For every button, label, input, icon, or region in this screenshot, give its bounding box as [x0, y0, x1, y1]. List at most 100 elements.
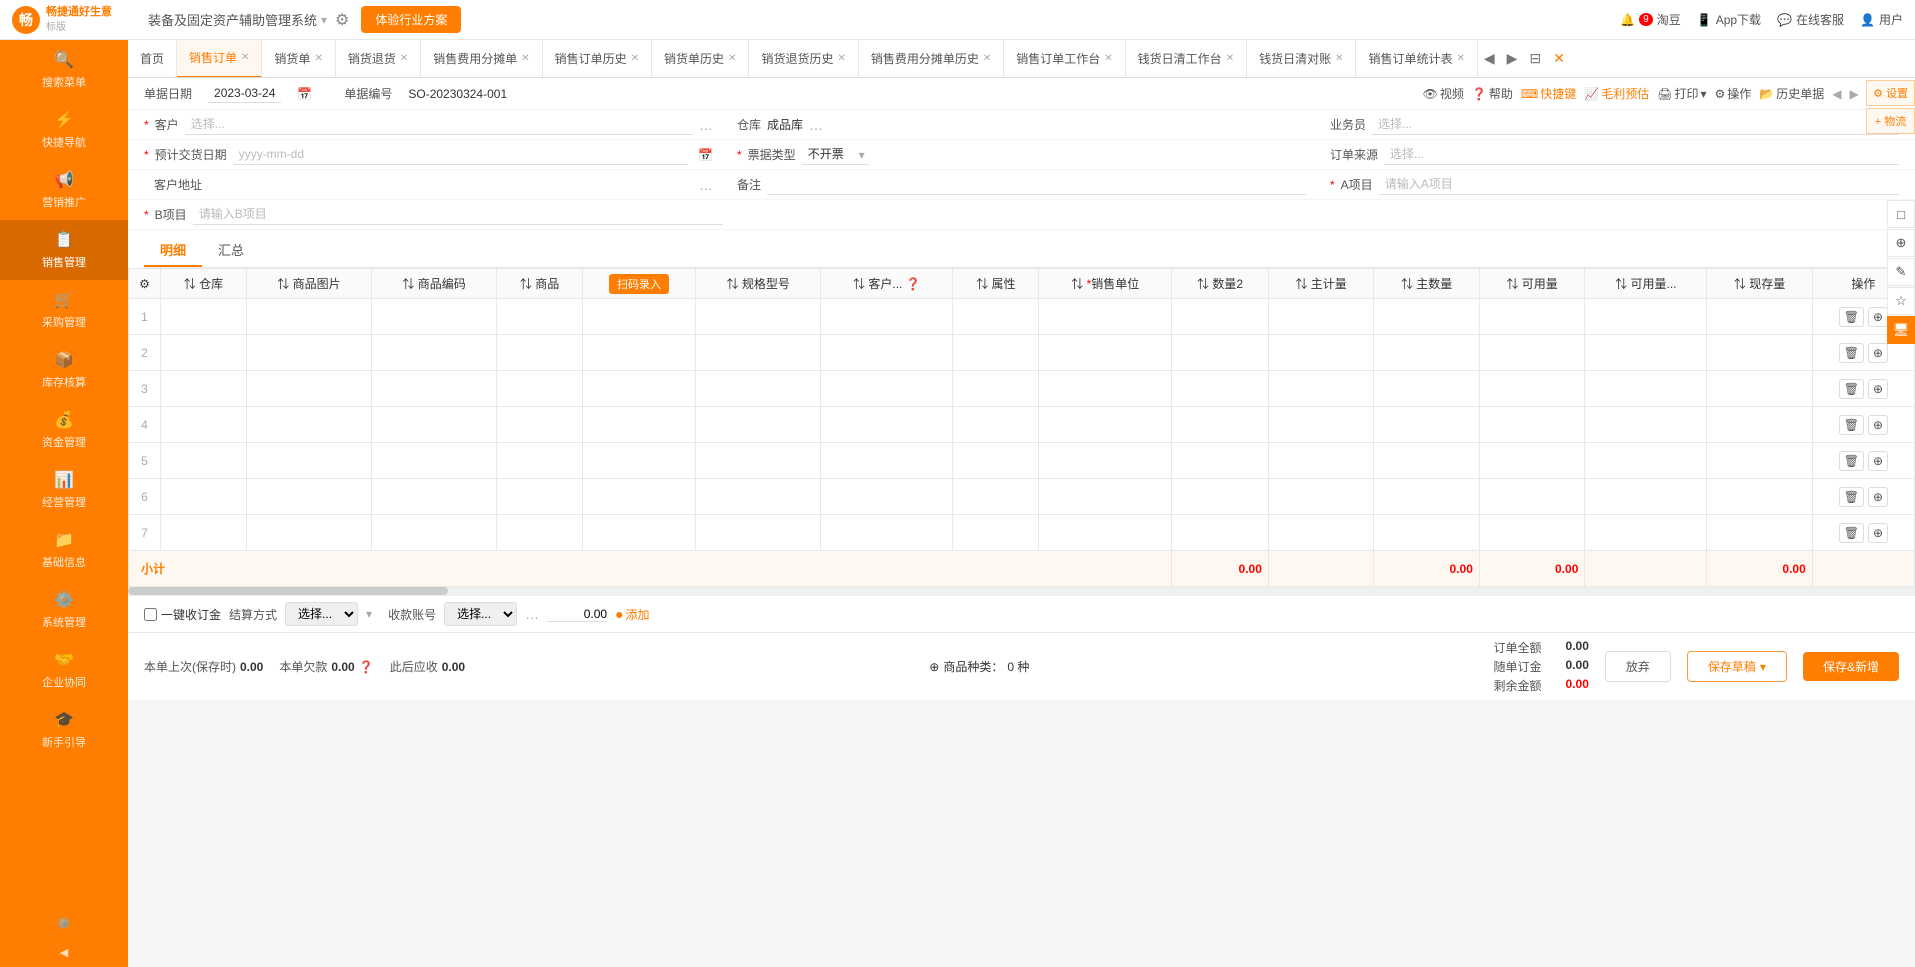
sidebar-item-system[interactable]: ⚙️ 系统管理 — [0, 580, 128, 640]
account-select[interactable]: 选择... — [444, 602, 517, 626]
row-main-unit-7[interactable] — [1268, 515, 1374, 551]
row-qty2-4[interactable] — [1172, 407, 1269, 443]
row-qty2-1[interactable] — [1172, 299, 1269, 335]
sidebar-item-marketing[interactable]: 📢 营销推广 — [0, 160, 128, 220]
trial-btn[interactable]: 体验行业方案 — [361, 6, 461, 33]
right-float-btn-2[interactable]: ⊕ — [1887, 229, 1915, 257]
gear-icon[interactable]: ⚙ — [335, 10, 349, 30]
row-main-unit-4[interactable] — [1268, 407, 1374, 443]
row-product-code-1[interactable] — [372, 299, 497, 335]
row-stock-7[interactable] — [1707, 515, 1813, 551]
row-qty2-6[interactable] — [1172, 479, 1269, 515]
row-avail-5[interactable] — [1479, 443, 1585, 479]
row-main-unit-3[interactable] — [1268, 371, 1374, 407]
row-copy-4[interactable]: ⊕ — [1868, 415, 1888, 435]
row-qty2-5[interactable] — [1172, 443, 1269, 479]
row-customer-6[interactable] — [821, 479, 953, 515]
next-page-icon[interactable]: ▶ — [1849, 87, 1858, 101]
tab-sales-refund[interactable]: 销货退货 ✕ — [336, 40, 421, 78]
row-spec-6[interactable] — [696, 479, 821, 515]
save-draft-dropdown-icon[interactable]: ▾ — [1760, 660, 1766, 674]
row-qty2-7[interactable] — [1172, 515, 1269, 551]
salesperson-input[interactable] — [1372, 114, 1899, 135]
row-main-unit-6[interactable] — [1268, 479, 1374, 515]
tab-refund-history[interactable]: 销货退货历史 ✕ — [749, 40, 858, 78]
tab-close-sales-stats[interactable]: ✕ — [1457, 53, 1465, 64]
tab-scroll-right[interactable]: ▶ — [1501, 50, 1524, 67]
right-settings-btn[interactable]: ⚙ 设置 — [1866, 80, 1915, 106]
row-warehouse-1[interactable] — [161, 299, 247, 335]
tab-close-sales-returns[interactable]: ✕ — [314, 53, 322, 64]
row-spec-3[interactable] — [696, 371, 821, 407]
row-product-code-3[interactable] — [372, 371, 497, 407]
row-delete-3[interactable]: 🗑 — [1839, 379, 1864, 399]
row-copy-1[interactable]: ⊕ — [1868, 307, 1888, 327]
tab-expense-history[interactable]: 销售费用分摊单历史 ✕ — [859, 40, 1004, 78]
row-copy-3[interactable]: ⊕ — [1868, 379, 1888, 399]
scan-btn[interactable]: 扫码录入 — [609, 274, 669, 294]
row-product-name-1[interactable] — [497, 299, 583, 335]
row-product-code-2[interactable] — [372, 335, 497, 371]
row-product-image-1[interactable] — [246, 299, 371, 335]
row-customer-7[interactable] — [821, 515, 953, 551]
row-main-unit-2[interactable] — [1268, 335, 1374, 371]
tab-sales-returns[interactable]: 销货单 ✕ — [262, 40, 335, 78]
customer-input[interactable] — [185, 114, 693, 135]
row-customer-4[interactable] — [821, 407, 953, 443]
row-avail-1[interactable] — [1479, 299, 1585, 335]
app-download-btn[interactable]: 📱 App下载 — [1697, 11, 1761, 28]
row-attr-4[interactable] — [953, 407, 1039, 443]
row-product-code-7[interactable] — [372, 515, 497, 551]
row-avail-4[interactable] — [1479, 407, 1585, 443]
tab-close-cash-reconcile[interactable]: ✕ — [1335, 53, 1343, 64]
col-settings[interactable]: ⚙ — [129, 269, 161, 299]
row-product-name-2[interactable] — [497, 335, 583, 371]
sidebar-item-sales[interactable]: 📋 销售管理 — [0, 220, 128, 280]
print-btn[interactable]: 🖨 打印 ▾ — [1657, 85, 1706, 102]
row-delete-4[interactable]: 🗑 — [1839, 415, 1864, 435]
row-stock-2[interactable] — [1707, 335, 1813, 371]
tab-order-history[interactable]: 销售订单历史 ✕ — [543, 40, 652, 78]
row-stock-4[interactable] — [1707, 407, 1813, 443]
notification-btn[interactable]: 🔔 9 淘豆 — [1620, 11, 1681, 28]
online-support-btn[interactable]: 💬 在线客服 — [1777, 11, 1844, 28]
row-scan-4[interactable] — [583, 407, 696, 443]
row-copy-7[interactable]: ⊕ — [1868, 523, 1888, 543]
row-product-code-6[interactable] — [372, 479, 497, 515]
row-warehouse-7[interactable] — [161, 515, 247, 551]
row-warehouse-3[interactable] — [161, 371, 247, 407]
tab-sales-order[interactable]: 销售订单 ✕ — [177, 40, 262, 78]
remarks-input[interactable] — [767, 174, 1306, 195]
row-main-qty-3[interactable] — [1374, 371, 1480, 407]
row-product-image-2[interactable] — [246, 335, 371, 371]
right-float-btn-1[interactable]: □ — [1887, 200, 1915, 228]
row-unit-3[interactable] — [1039, 371, 1172, 407]
row-actions-5[interactable]: 🗑 ⊕ — [1812, 443, 1914, 479]
row-avail-2[interactable] — [1479, 335, 1585, 371]
tab-close-order-history[interactable]: ✕ — [631, 53, 639, 64]
tab-expense-split[interactable]: 销售费用分摊单 ✕ — [421, 40, 542, 78]
row-scan-6[interactable] — [583, 479, 696, 515]
row-product-image-7[interactable] — [246, 515, 371, 551]
row-delete-7[interactable]: 🗑 — [1839, 523, 1864, 543]
tab-close-sales-refund[interactable]: ✕ — [400, 53, 408, 64]
save-draft-button[interactable]: 保存草稿 ▾ — [1687, 651, 1787, 682]
tab-returns-history[interactable]: 销货单历史 ✕ — [652, 40, 749, 78]
right-float-btn-5[interactable]: 🖥 — [1887, 316, 1915, 344]
row-delete-1[interactable]: 🗑 — [1839, 307, 1864, 327]
row-attr-7[interactable] — [953, 515, 1039, 551]
inner-tab-detail[interactable]: 明细 — [144, 234, 202, 267]
row-copy-5[interactable]: ⊕ — [1868, 451, 1888, 471]
row-attr-3[interactable] — [953, 371, 1039, 407]
row-main-qty-2[interactable] — [1374, 335, 1480, 371]
row-spec-4[interactable] — [696, 407, 821, 443]
order-source-input[interactable] — [1384, 144, 1899, 165]
tab-workbench[interactable]: 销售订单工作台 ✕ — [1004, 40, 1125, 78]
inner-tab-summary[interactable]: 汇总 — [202, 234, 260, 267]
tab-close-sales-order[interactable]: ✕ — [241, 52, 249, 63]
row-scan-2[interactable] — [583, 335, 696, 371]
sidebar-item-finance[interactable]: 💰 资金管理 — [0, 400, 128, 460]
row-product-name-7[interactable] — [497, 515, 583, 551]
row-actions-7[interactable]: 🗑 ⊕ — [1812, 515, 1914, 551]
tab-home[interactable]: 首页 — [128, 40, 177, 78]
